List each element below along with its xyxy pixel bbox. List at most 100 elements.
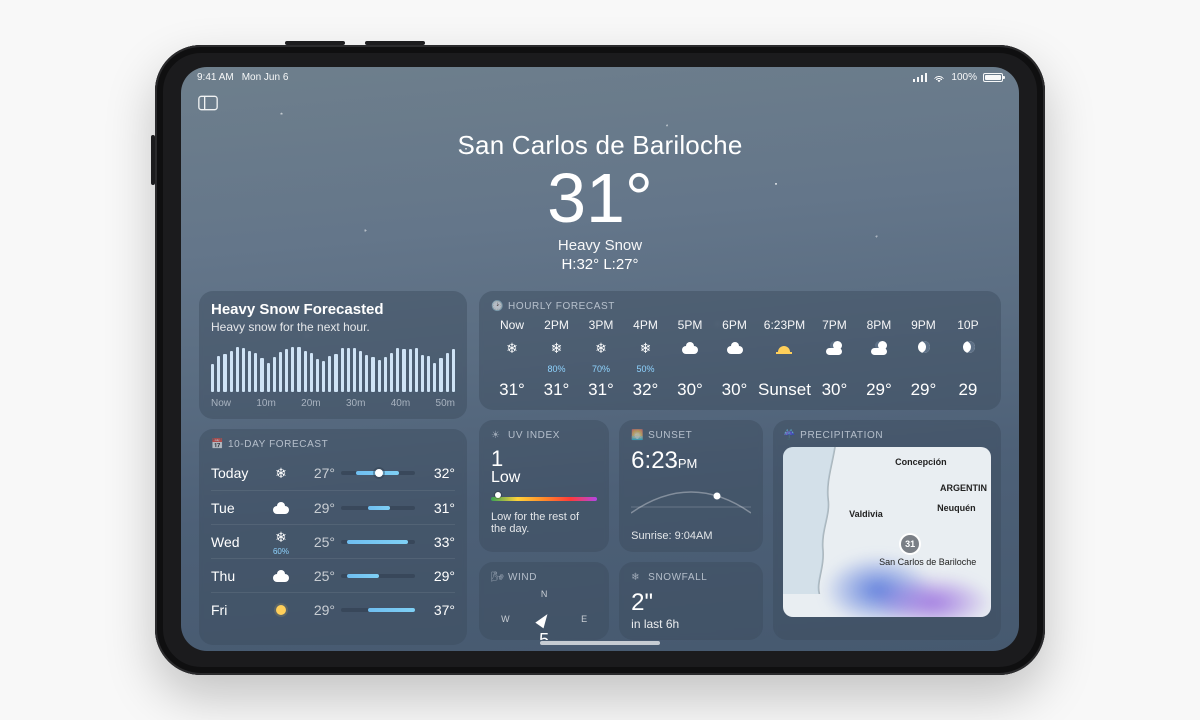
nowcast-bar (359, 351, 362, 392)
precipitation-map[interactable]: Concepción ARGENTIN Neuquén Valdivia 31 … (783, 447, 991, 617)
uv-value: 1 (491, 447, 597, 471)
hour-temp: 31° (544, 380, 570, 400)
day-low: 25° (301, 568, 335, 584)
hour-temp: 30° (722, 380, 748, 400)
nowcast-bar (371, 357, 374, 392)
hourly-column[interactable]: 2PM 80% 31° (536, 318, 578, 400)
precip-chance: 50% (636, 364, 654, 374)
weather-icon (958, 338, 978, 358)
nowcast-subtitle: Heavy snow for the next hour. (211, 320, 455, 334)
hour-label: 2PM (544, 318, 569, 332)
wind-compass: N W E 5 (501, 589, 587, 640)
status-bar: 9:41 AM Mon Jun 6 100% (181, 67, 1019, 88)
temp-range-bar (341, 608, 415, 612)
day-weather-icon (267, 463, 295, 483)
nowcast-bars (211, 348, 455, 392)
wind-card[interactable]: 🌬WIND N W E 5 (479, 562, 609, 640)
hourly-column[interactable]: 7PM 30° (813, 318, 855, 400)
map-label-argentina: ARGENTIN (940, 483, 987, 493)
nowcast-title: Heavy Snow Forecasted (211, 301, 455, 318)
precipitation-card[interactable]: ☔PRECIPITATION Concepción ARGENTIN Neuqu… (773, 420, 1001, 640)
sunset-icon: 🌅 (631, 430, 642, 441)
nowcast-card[interactable]: Heavy Snow Forecasted Heavy snow for the… (199, 291, 467, 419)
ten-day-row[interactable]: Wed 60% 25° 33° (211, 524, 455, 558)
sunset-ampm: PM (678, 456, 698, 471)
ten-day-row[interactable]: Today 27° 32° (211, 456, 455, 490)
snowfall-card[interactable]: ❄SNOWFALL 2" in last 6h (619, 562, 763, 640)
hour-temp: Sunset (758, 380, 811, 400)
sidebar-icon (198, 95, 218, 111)
status-date: Mon Jun 6 (242, 72, 289, 83)
day-low: 25° (301, 534, 335, 550)
map-label-valdivia: Valdivia (849, 509, 883, 519)
nowcast-bar (439, 358, 442, 392)
temp-range-bar (341, 471, 415, 475)
nowcast-bar (291, 347, 294, 392)
hi-lo: H:32° L:27° (181, 256, 1019, 273)
compass-w: W (501, 614, 510, 624)
hour-temp: 29° (866, 380, 892, 400)
hourly-title: HOURLY FORECAST (508, 301, 615, 312)
hourly-column[interactable]: 10P 29 (947, 318, 989, 400)
ten-day-forecast-card[interactable]: 📅10-DAY FORECAST Today 27° 32°Tue 29° 31… (199, 429, 467, 645)
nowcast-bar (267, 363, 270, 392)
nowcast-minute-label: 10m (256, 398, 275, 409)
hourly-column[interactable]: 6PM 30° (714, 318, 756, 400)
home-indicator[interactable] (540, 641, 660, 645)
sunset-time: 6:23 (631, 447, 678, 474)
nowcast-bar (452, 349, 455, 392)
hourly-column[interactable]: Now 31° (491, 318, 533, 400)
umbrella-icon: ☔ (783, 430, 794, 441)
day-high: 33° (421, 534, 455, 550)
ten-day-row[interactable]: Fri 29° 37° (211, 592, 455, 626)
nowcast-bar (365, 355, 368, 392)
day-label: Today (211, 465, 261, 481)
uv-index-card[interactable]: ☀UV INDEX 1 Low Low for the rest of the … (479, 420, 609, 552)
hourly-column[interactable]: 8PM 29° (858, 318, 900, 400)
hourly-forecast-card[interactable]: 🕑HOURLY FORECAST Now 31°2PM 80% 31°3PM 7… (479, 291, 1001, 410)
hour-label: 7PM (822, 318, 847, 332)
hour-label: Now (500, 318, 524, 332)
hourly-column[interactable]: 5PM 30° (669, 318, 711, 400)
snowflake-icon: ❄ (631, 572, 642, 583)
hourly-column[interactable]: 3PM 70% 31° (580, 318, 622, 400)
sunset-card[interactable]: 🌅SUNSET 6:23PM Sunrise: 9:04AM (619, 420, 763, 552)
nowcast-bar (279, 352, 282, 392)
hourly-column[interactable]: 9PM 29° (902, 318, 944, 400)
nowcast-bar (421, 355, 424, 392)
nowcast-bar (353, 348, 356, 392)
nowcast-bar (310, 353, 313, 392)
day-low: 29° (301, 500, 335, 516)
hour-temp: 29 (958, 380, 977, 400)
weather-icon (502, 338, 522, 358)
nowcast-bar (446, 353, 449, 392)
ten-day-title: 10-DAY FORECAST (228, 439, 328, 450)
uv-level: Low (491, 469, 597, 487)
hourly-column[interactable]: 6:23PM Sunset (758, 318, 811, 400)
day-low: 27° (301, 465, 335, 481)
map-label-concepcion: Concepción (895, 457, 947, 467)
snowfall-period: in last 6h (631, 617, 751, 631)
toolbar (181, 88, 1019, 118)
sidebar-toggle-button[interactable] (195, 92, 221, 114)
nowcast-bar (273, 357, 276, 392)
temp-range-bar (341, 506, 415, 510)
day-high: 31° (421, 500, 455, 516)
nowcast-bar (260, 358, 263, 392)
precip-chance: 80% (547, 364, 565, 374)
nowcast-bar (236, 347, 239, 392)
snowfall-amount: 2" (631, 589, 751, 617)
day-label: Wed (211, 534, 261, 550)
ten-day-row[interactable]: Tue 29° 31° (211, 490, 455, 524)
temp-range-bar (341, 574, 415, 578)
ten-day-row[interactable]: Thu 25° 29° (211, 558, 455, 592)
hourly-column[interactable]: 4PM 50% 32° (625, 318, 667, 400)
nowcast-bar (402, 349, 405, 392)
map-label-bariloche: San Carlos de Bariloche (879, 557, 976, 567)
hour-label: 6:23PM (764, 318, 805, 332)
sun-path-icon (631, 483, 751, 519)
hour-label: 10P (957, 318, 978, 332)
weather-icon (824, 338, 844, 358)
clock-icon: 🕑 (491, 301, 502, 312)
nowcast-minute-label: 30m (346, 398, 365, 409)
